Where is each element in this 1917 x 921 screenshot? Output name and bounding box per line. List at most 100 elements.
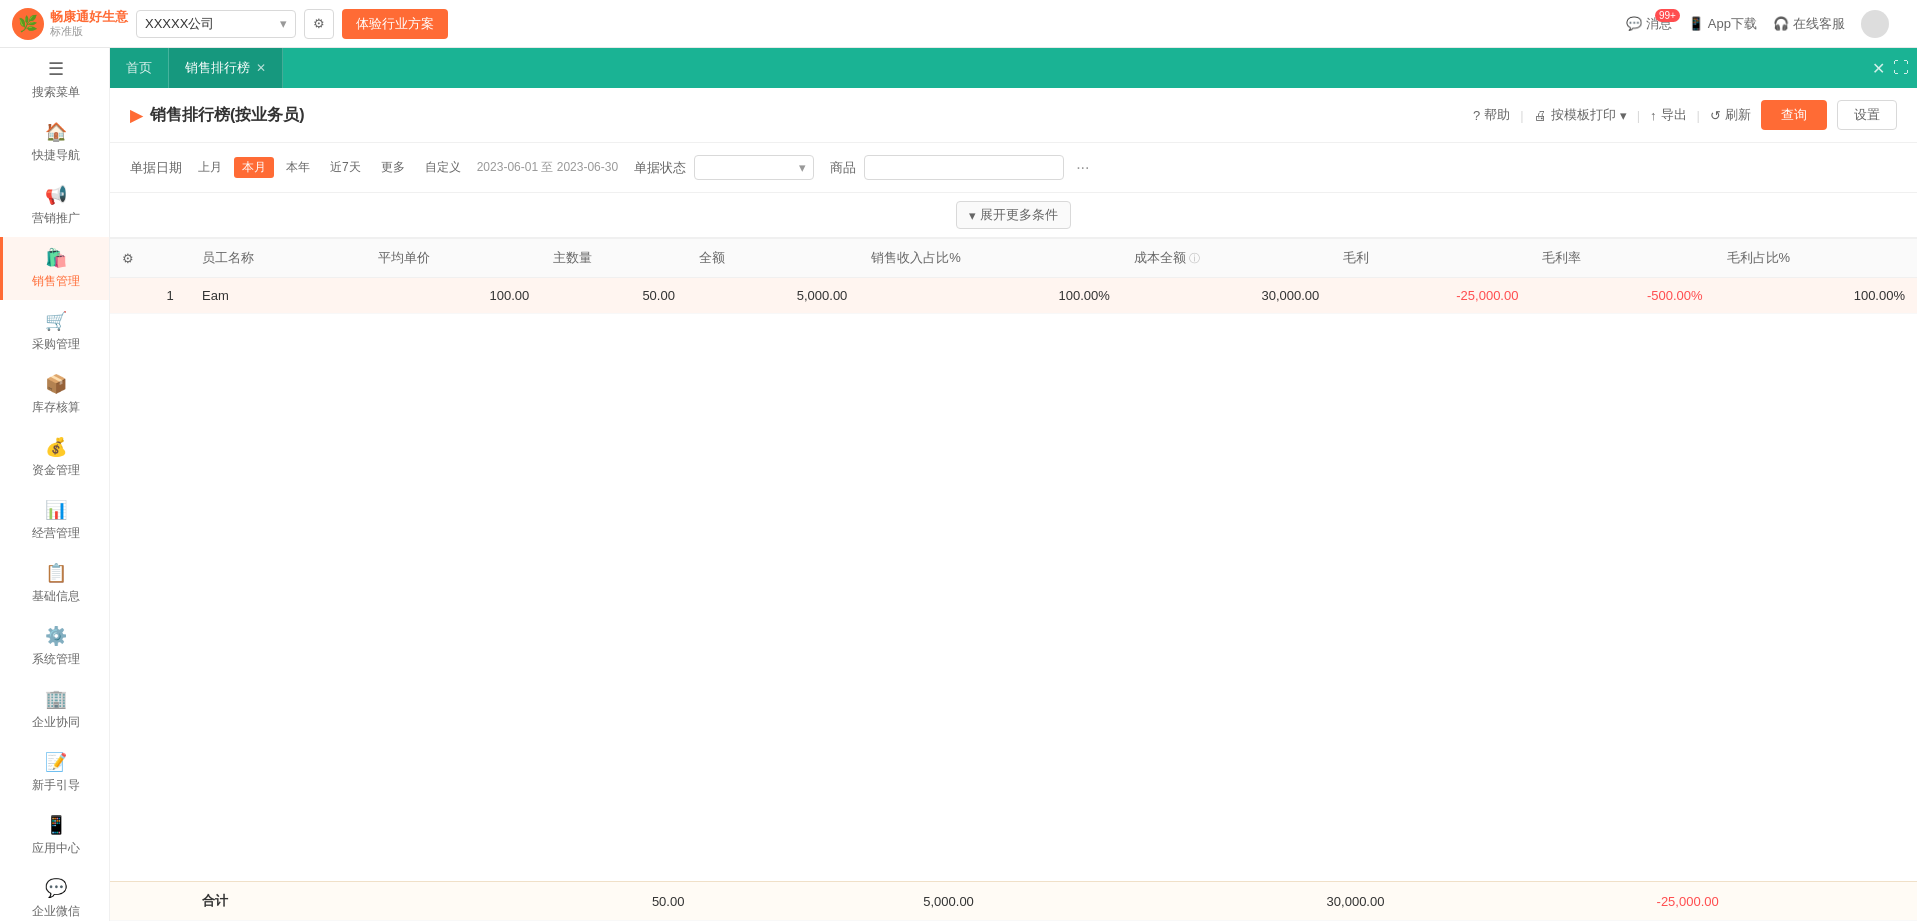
help-icon: ? (1473, 108, 1480, 123)
row-quantity: 50.00 (541, 278, 687, 314)
sidebar-item-purchase[interactable]: 🛒 采购管理 (0, 300, 109, 363)
date-tab-custom[interactable]: 自定义 (417, 157, 469, 178)
date-tab-last-month[interactable]: 上月 (190, 157, 230, 178)
trial-button[interactable]: 体验行业方案 (342, 9, 448, 39)
date-filter: 单据日期 上月 本月 本年 近7天 更多 自定义 2023-06-01 至 20… (130, 157, 618, 178)
status-select-wrap (694, 155, 814, 180)
footer-sales-pct (986, 882, 1079, 921)
footer-table: 合计 50.00 5,000.00 30,000.00 -25,000.00 (110, 882, 1917, 921)
online-service-button[interactable]: 🎧 在线客服 (1773, 15, 1845, 33)
row-settings-cell (110, 278, 150, 314)
sidebar-item-sales[interactable]: 🛍️ 销售管理 (0, 237, 109, 300)
date-range: 2023-06-01 至 2023-06-30 (477, 159, 618, 176)
purchase-icon: 🛒 (45, 310, 67, 332)
tab-fullscreen-icon[interactable]: ⛶ (1893, 59, 1909, 77)
table-section: ⚙ 员工名称 平均单价 主数量 全额 销售收入占比% 成本全额 ⓘ 毛利 毛利率… (110, 238, 1917, 881)
sidebar-item-guide[interactable]: 📝 新手引导 (0, 741, 109, 804)
date-tab-this-month[interactable]: 本月 (234, 157, 274, 178)
row-name: Eam (190, 278, 366, 314)
settings-icon-btn[interactable]: ⚙ (304, 9, 334, 39)
sidebar-item-search[interactable]: ☰ 搜索菜单 (0, 48, 109, 111)
page-title-row: ▶ 销售排行榜(按业务员) ? 帮助 | 🖨 按模板打印 ▾ | (130, 100, 1897, 130)
sidebar-item-operations[interactable]: 📊 经营管理 (0, 489, 109, 552)
settings-button[interactable]: 设置 (1837, 100, 1897, 130)
sidebar-label-basic-info: 基础信息 (32, 588, 80, 605)
col-sales-pct: 销售收入占比% (859, 239, 1121, 278)
tab-bar-actions: ✕ ⛶ (1872, 59, 1917, 78)
print-dropdown-icon: ▾ (1620, 108, 1627, 123)
tab-home[interactable]: 首页 (110, 48, 169, 88)
system-icon: ⚙️ (45, 625, 67, 647)
expand-more-button[interactable]: ▾ 展开更多条件 (956, 201, 1071, 229)
sidebar-label-enterprise: 企业协同 (32, 714, 80, 731)
help-button[interactable]: ? 帮助 (1473, 106, 1510, 124)
enterprise-icon: 🏢 (45, 688, 67, 710)
top-bar: 🌿 畅康通好生意 标准版 XXXXX公司 ▾ ⚙ 体验行业方案 💬 消息 99+… (0, 0, 1917, 48)
date-tab-7days[interactable]: 近7天 (322, 157, 369, 178)
sidebar-label-purchase: 采购管理 (32, 336, 80, 353)
export-button[interactable]: ↑ 导出 (1650, 106, 1687, 124)
company-name: XXXXX公司 (145, 15, 214, 33)
sidebar-label-sales: 销售管理 (32, 273, 80, 290)
expand-label: 展开更多条件 (980, 206, 1058, 224)
headset-icon: 🎧 (1773, 16, 1789, 31)
table-footer: 合计 50.00 5,000.00 30,000.00 -25,000.00 (110, 881, 1917, 921)
goods-more-icon[interactable]: ··· (1076, 159, 1089, 177)
footer-label: 合计 (190, 882, 384, 921)
table-header-row: ⚙ 员工名称 平均单价 主数量 全额 销售收入占比% 成本全额 ⓘ 毛利 毛利率… (110, 239, 1917, 278)
avatar[interactable] (1861, 10, 1889, 38)
col-quantity: 主数量 (541, 239, 687, 278)
app-download-label: App下载 (1708, 15, 1757, 33)
col-gross-rate: 毛利率 (1530, 239, 1714, 278)
export-label: 导出 (1661, 106, 1687, 124)
app-download-button[interactable]: 📱 App下载 (1688, 15, 1757, 33)
page-title: 销售排行榜(按业务员) (150, 105, 305, 126)
col-settings[interactable]: ⚙ (110, 239, 150, 278)
goods-filter: 商品 ··· (830, 155, 1089, 180)
sidebar-label-quick-nav: 快捷导航 (32, 147, 80, 164)
row-gross: -25,000.00 (1331, 278, 1530, 314)
sidebar-item-app-center[interactable]: 📱 应用中心 (0, 804, 109, 867)
refresh-icon: ↺ (1710, 108, 1721, 123)
sidebar-label-search: 搜索菜单 (32, 84, 80, 101)
divider3: | (1697, 108, 1700, 123)
sidebar-item-inventory[interactable]: 📦 库存核算 (0, 363, 109, 426)
sidebar-label-guide: 新手引导 (32, 777, 80, 794)
sidebar-item-basic-info[interactable]: 📋 基础信息 (0, 552, 109, 615)
footer-cell-empty2 (150, 882, 190, 921)
date-tab-this-year[interactable]: 本年 (278, 157, 318, 178)
sidebar-item-finance[interactable]: 💰 资金管理 (0, 426, 109, 489)
goods-filter-label: 商品 (830, 159, 856, 177)
footer-gross-pct (1824, 882, 1917, 921)
back-arrow-icon[interactable]: ▶ (130, 106, 142, 125)
sidebar-item-wechat[interactable]: 💬 企业微信 (0, 867, 109, 921)
download-icon: 📱 (1688, 16, 1704, 31)
tab-close-icon[interactable]: ✕ (256, 61, 266, 75)
expand-row: ▾ 展开更多条件 (110, 193, 1917, 238)
col-amount: 全额 (687, 239, 859, 278)
refresh-button[interactable]: ↺ 刷新 (1710, 106, 1751, 124)
date-tab-more[interactable]: 更多 (373, 157, 413, 178)
goods-input[interactable] (864, 155, 1064, 180)
app-center-icon: 📱 (45, 814, 67, 836)
sidebar-item-system[interactable]: ⚙️ 系统管理 (0, 615, 109, 678)
main-layout: ☰ 搜索菜单 🏠 快捷导航 📢 营销推广 🛍️ 销售管理 🛒 采购管理 📦 库存… (0, 48, 1917, 921)
footer-gross-rate (1731, 882, 1824, 921)
query-button[interactable]: 查询 (1761, 100, 1827, 130)
tab-sales-rank[interactable]: 销售排行榜 ✕ (169, 48, 283, 88)
tab-close-all-icon[interactable]: ✕ (1872, 59, 1885, 78)
expand-icon: ▾ (969, 208, 976, 223)
logo-icon: 🌿 (12, 8, 44, 40)
company-selector[interactable]: XXXXX公司 ▾ (136, 10, 296, 38)
notification-button[interactable]: 💬 消息 99+ (1626, 15, 1672, 33)
sidebar-item-quick-nav[interactable]: 🏠 快捷导航 (0, 111, 109, 174)
finance-icon: 💰 (45, 436, 67, 458)
footer-amount: 5,000.00 (696, 882, 985, 921)
sidebar-item-marketing[interactable]: 📢 营销推广 (0, 174, 109, 237)
print-button[interactable]: 🖨 按模板打印 ▾ (1534, 106, 1627, 124)
row-gross-pct: 100.00% (1715, 278, 1917, 314)
col-cost: 成本全额 ⓘ (1122, 239, 1331, 278)
sidebar-item-enterprise[interactable]: 🏢 企业协同 (0, 678, 109, 741)
sidebar-label-system: 系统管理 (32, 651, 80, 668)
status-select[interactable] (694, 155, 814, 180)
